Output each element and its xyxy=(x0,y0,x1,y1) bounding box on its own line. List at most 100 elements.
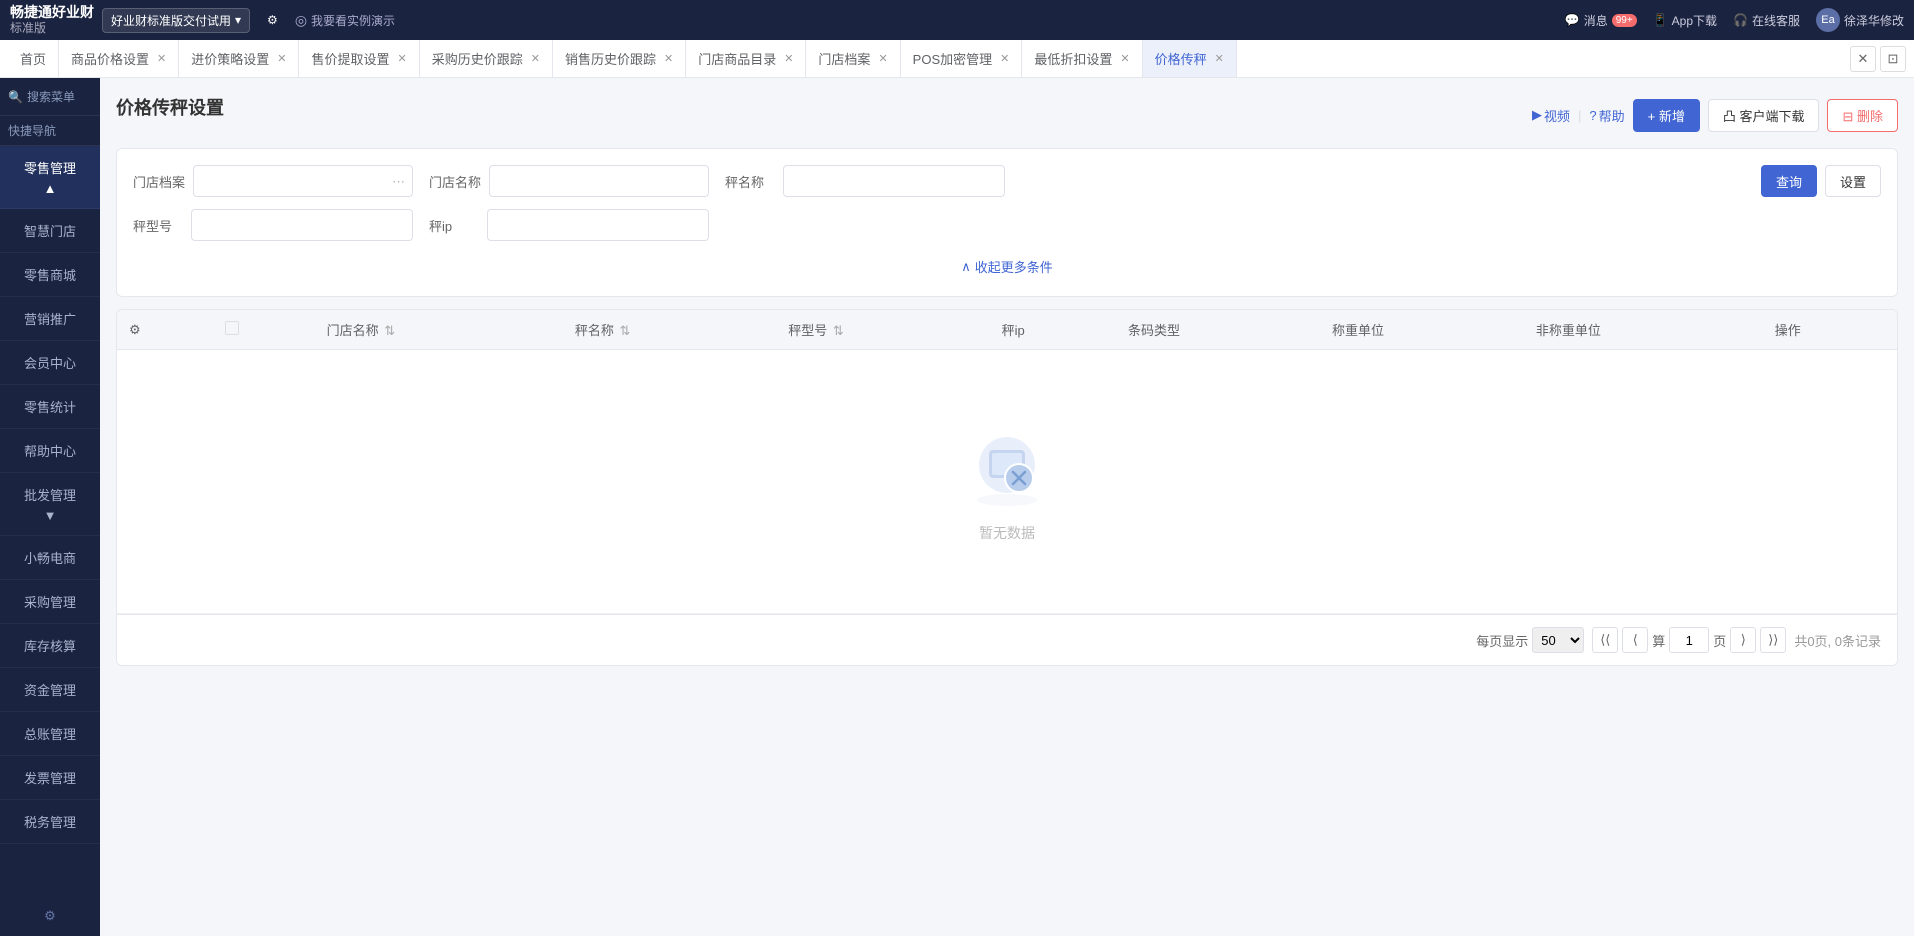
last-page-btn[interactable]: ⟩⟩ xyxy=(1760,627,1786,653)
tab-purchase-history[interactable]: 采购历史价跟踪 ✕ xyxy=(420,40,553,78)
sort-icon-scale-name: ⇅ xyxy=(619,323,630,338)
tab-pos-encrypt-close[interactable]: ✕ xyxy=(1000,52,1009,65)
demo-button[interactable]: ◎ 我要看实例演示 xyxy=(295,12,395,29)
messages-btn[interactable]: 💬 消息 99+ xyxy=(1565,12,1637,29)
col-scale-model[interactable]: 秤型号 ⇅ xyxy=(776,310,989,350)
page-nav: ⟨⟨ ⟨ 算 页 ⟩ ⟩⟩ xyxy=(1592,627,1786,653)
collapse-button[interactable]: ∧ 收起更多条件 xyxy=(133,253,1881,280)
tab-price-scale-close[interactable]: ✕ xyxy=(1215,52,1224,65)
col-checkbox xyxy=(213,310,315,350)
table-header: ⚙ 门店名称 ⇅ 秤名称 ⇅ 秤型号 ⇅ 秤ip 条码类型 称重单位 非称重单位… xyxy=(117,310,1897,350)
store-archive-input[interactable] xyxy=(193,165,413,197)
sidebar-item-tax[interactable]: 税务管理 xyxy=(0,800,100,844)
total-info: 共0页, 0条记录 xyxy=(1794,631,1881,650)
tab-maximize-btn[interactable]: ⊡ xyxy=(1880,46,1906,72)
user-menu-btn[interactable]: Ea 徐泽华修改 xyxy=(1816,8,1904,32)
nav-label: 快捷导航 xyxy=(8,124,56,138)
settings-form-label: 设置 xyxy=(1840,172,1866,191)
sidebar-item-retail-mall[interactable]: 零售商城 xyxy=(0,253,100,297)
sidebar-search[interactable]: 🔍 搜索菜单 xyxy=(0,78,100,116)
sidebar-item-retail-stats[interactable]: 零售统计 xyxy=(0,385,100,429)
sidebar: 🔍 搜索菜单 快捷导航 零售管理 ▲ 智慧门店 零售商城 营销推广 会员中心 零… xyxy=(0,78,100,936)
settings-form-button[interactable]: 设置 xyxy=(1825,165,1881,197)
delete-button[interactable]: ⊟ 删除 xyxy=(1827,99,1898,132)
tab-store-archive[interactable]: 门店档案 ✕ xyxy=(806,40,900,78)
search-icon: 🔍 xyxy=(8,90,23,104)
tab-product-price-label: 商品价格设置 xyxy=(71,49,149,68)
sidebar-item-invoice[interactable]: 发票管理 xyxy=(0,756,100,800)
tab-pos-encrypt[interactable]: POS加密管理 ✕ xyxy=(901,40,1023,78)
scale-model-input[interactable] xyxy=(191,209,413,241)
tab-min-discount[interactable]: 最低折扣设置 ✕ xyxy=(1022,40,1142,78)
tab-store-catalog-close[interactable]: ✕ xyxy=(784,52,793,65)
store-name-input[interactable] xyxy=(489,165,709,197)
more-icon[interactable]: ··· xyxy=(392,174,405,189)
video-link[interactable]: ▶ 视频 xyxy=(1532,106,1570,125)
sidebar-item-wholesale-mgmt[interactable]: 批发管理 ▼ xyxy=(0,473,100,536)
col-non-weight-unit: 非称重单位 xyxy=(1524,310,1763,350)
tab-store-catalog[interactable]: 门店商品目录 ✕ xyxy=(686,40,806,78)
sidebar-item-inventory[interactable]: 库存核算 xyxy=(0,624,100,668)
tab-sales-history-close[interactable]: ✕ xyxy=(664,52,673,65)
tab-min-discount-close[interactable]: ✕ xyxy=(1120,52,1129,65)
tab-price-scale[interactable]: 价格传秤 ✕ xyxy=(1143,40,1237,78)
sidebar-item-purchase-mgmt[interactable]: 采购管理 xyxy=(0,580,100,624)
page-number-input[interactable] xyxy=(1669,627,1709,653)
query-label: 查询 xyxy=(1776,172,1802,191)
col-scale-name[interactable]: 秤名称 ⇅ xyxy=(563,310,776,350)
tab-price-scale-label: 价格传秤 xyxy=(1155,49,1207,68)
online-service-btn[interactable]: 🎧 在线客服 xyxy=(1733,12,1800,29)
sidebar-item-smart-store[interactable]: 智慧门店 xyxy=(0,209,100,253)
sidebar-item-retail-mgmt[interactable]: 零售管理 ▲ xyxy=(0,146,100,209)
sort-icon-scale-model: ⇅ xyxy=(833,323,844,338)
table-wrapper: ⚙ 门店名称 ⇅ 秤名称 ⇅ 秤型号 ⇅ 秤ip 条码类型 称重单位 非称重单位… xyxy=(116,309,1898,666)
prev-page-btn[interactable]: ⟨ xyxy=(1622,627,1648,653)
tab-purchase-strategy-close[interactable]: ✕ xyxy=(277,52,286,65)
tab-close-btn[interactable]: ✕ xyxy=(1850,46,1876,72)
settings-icon-btn[interactable]: ⚙ xyxy=(258,9,287,31)
scale-name-input[interactable] xyxy=(783,165,1005,197)
sidebar-settings-btn[interactable]: ⚙ xyxy=(0,896,100,936)
retail-mgmt-label: 零售管理 xyxy=(24,158,76,177)
tab-sale-price-close[interactable]: ✕ xyxy=(398,52,407,65)
app-download-btn[interactable]: 📱 App下载 xyxy=(1653,12,1717,29)
member-center-label: 会员中心 xyxy=(24,353,76,372)
sidebar-item-member-center[interactable]: 会员中心 xyxy=(0,341,100,385)
user-name: 徐泽华修改 xyxy=(1844,12,1904,29)
tab-bar-actions: ✕ ⊡ xyxy=(1850,46,1906,72)
add-label: + 新增 xyxy=(1648,106,1685,125)
download-client-button[interactable]: 凸 客户端下载 xyxy=(1708,99,1820,132)
tab-purchase-strategy[interactable]: 进价策略设置 ✕ xyxy=(179,40,299,78)
sidebar-nav[interactable]: 快捷导航 xyxy=(0,116,100,146)
col-store-name[interactable]: 门店名称 ⇅ xyxy=(315,310,563,350)
sidebar-item-finance[interactable]: 资金管理 xyxy=(0,668,100,712)
sidebar-item-xiaochange[interactable]: 小畅电商 xyxy=(0,536,100,580)
next-page-btn[interactable]: ⟩ xyxy=(1730,627,1756,653)
sidebar-item-general-ledger[interactable]: 总账管理 xyxy=(0,712,100,756)
sidebar-item-help-center[interactable]: 帮助中心 xyxy=(0,429,100,473)
scale-ip-input[interactable] xyxy=(487,209,709,241)
query-button[interactable]: 查询 xyxy=(1761,165,1817,197)
tab-store-archive-close[interactable]: ✕ xyxy=(878,52,887,65)
first-page-btn[interactable]: ⟨⟨ xyxy=(1592,627,1618,653)
tab-pos-encrypt-label: POS加密管理 xyxy=(913,49,992,68)
tab-sales-history[interactable]: 销售历史价跟踪 ✕ xyxy=(553,40,686,78)
tab-product-price-close[interactable]: ✕ xyxy=(157,52,166,65)
col-settings[interactable]: ⚙ xyxy=(117,310,213,350)
sidebar-item-marketing[interactable]: 营销推广 xyxy=(0,297,100,341)
tab-min-discount-label: 最低折扣设置 xyxy=(1034,49,1112,68)
app-subtitle: 标准版 xyxy=(10,21,94,35)
select-all-checkbox[interactable] xyxy=(225,321,239,335)
store-archive-label: 门店档案 xyxy=(133,172,185,191)
retail-mgmt-arrow: ▲ xyxy=(44,181,57,196)
demo-circle-icon: ◎ xyxy=(295,12,307,29)
tab-home[interactable]: 首页 xyxy=(8,40,59,78)
tab-purchase-history-close[interactable]: ✕ xyxy=(531,52,540,65)
tab-product-price[interactable]: 商品价格设置 ✕ xyxy=(59,40,179,78)
help-link[interactable]: ? 帮助 xyxy=(1589,106,1624,125)
tab-sale-price[interactable]: 售价提取设置 ✕ xyxy=(299,40,419,78)
per-page-select[interactable]: 10 20 50 100 xyxy=(1532,627,1584,653)
version-selector[interactable]: 好业财标准版交付试用 ▾ xyxy=(102,8,250,33)
add-button[interactable]: + 新增 xyxy=(1633,99,1700,132)
tab-store-catalog-label: 门店商品目录 xyxy=(698,49,776,68)
